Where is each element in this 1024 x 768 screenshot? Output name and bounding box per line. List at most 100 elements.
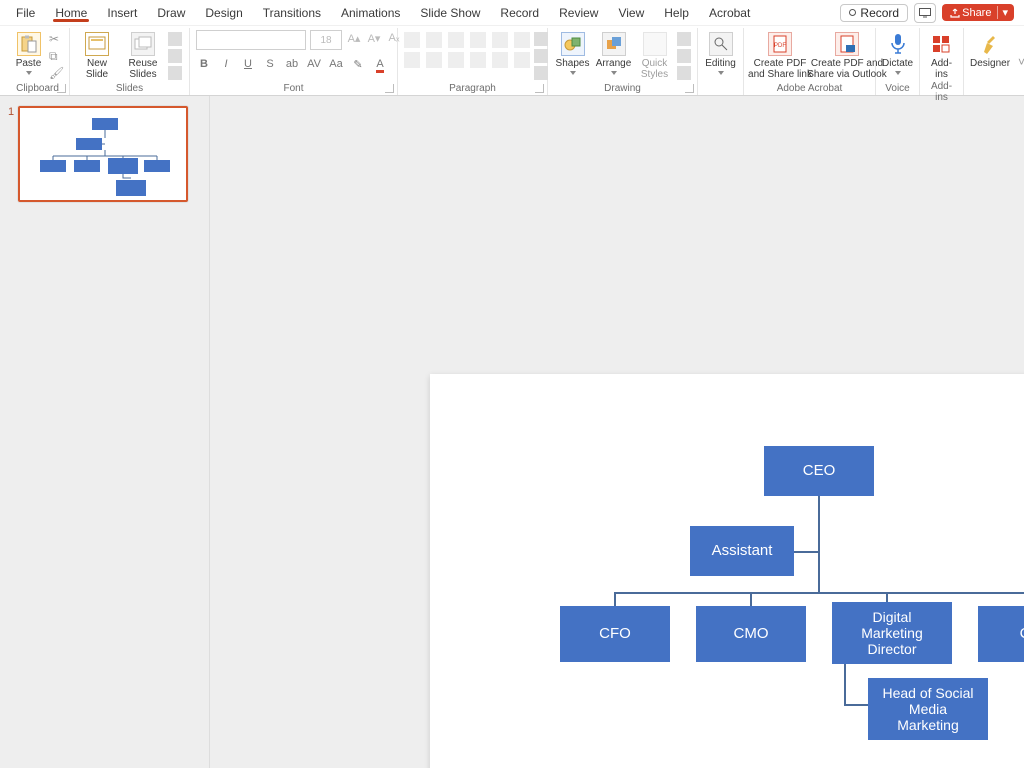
quick-styles-label: Quick Styles — [641, 58, 668, 80]
create-pdf-share-link-button[interactable]: PDF Create PDF and Share link — [750, 30, 810, 80]
ribbon: Paste ✂ ⧉ 🖌 Clipboard New Slide — [0, 26, 1024, 96]
tab-animations[interactable]: Animations — [331, 2, 410, 23]
shapes-button[interactable]: Shapes — [554, 30, 591, 75]
tab-insert[interactable]: Insert — [97, 2, 147, 23]
addins-button[interactable]: Add-ins — [926, 30, 957, 80]
text-direction-vertical-button[interactable] — [534, 32, 548, 46]
align-left-button[interactable] — [404, 52, 420, 68]
tab-slide-show[interactable]: Slide Show — [410, 2, 490, 23]
format-painter-button[interactable]: 🖌 — [49, 66, 63, 80]
editing-dropdown-icon — [718, 71, 724, 75]
tab-transitions[interactable]: Transitions — [253, 2, 331, 23]
org-node-ceo[interactable]: CEO — [764, 446, 874, 496]
present-mode-button[interactable] — [914, 3, 936, 23]
copy-button[interactable]: ⧉ — [49, 49, 63, 63]
tab-help[interactable]: Help — [654, 2, 699, 23]
share-dropdown[interactable]: ▾ — [997, 6, 1008, 19]
tab-draw[interactable]: Draw — [147, 2, 195, 23]
align-middle-button[interactable] — [534, 49, 548, 63]
org-node-digital-marketing-director[interactable]: Digital Marketing Director — [832, 602, 952, 664]
group-designer: Designer — [964, 28, 1012, 95]
increase-font-button[interactable]: A▴ — [346, 32, 362, 48]
quick-styles-button[interactable]: Quick Styles — [636, 30, 673, 80]
drawing-launcher[interactable] — [685, 84, 694, 93]
character-spacing-button[interactable]: AV — [306, 58, 322, 74]
addins-icon — [930, 32, 954, 56]
org-node-cmo[interactable]: CMO — [696, 606, 806, 662]
group-addins: Add-ins Add-ins — [920, 28, 964, 95]
decrease-font-button[interactable]: A▾ — [366, 32, 382, 48]
tab-acrobat[interactable]: Acrobat — [699, 2, 760, 23]
create-pdf-share-outlook-button[interactable]: Create PDF and Share via Outlook — [814, 30, 880, 80]
font-color-button[interactable]: A — [372, 58, 388, 74]
shapes-dropdown-icon — [570, 71, 576, 75]
tab-review[interactable]: Review — [549, 2, 608, 23]
share-icon — [950, 8, 960, 18]
tab-record[interactable]: Record — [490, 2, 549, 23]
font-size-combobox[interactable]: 18 — [310, 30, 342, 50]
text-direction-button[interactable] — [514, 32, 530, 48]
org-node-assistant[interactable]: Assistant — [690, 526, 794, 576]
justify-button[interactable] — [470, 52, 486, 68]
org-node-head-social-media-marketing[interactable]: Head of Social Media Marketing — [868, 678, 988, 740]
slide-editor[interactable]: CEO Assistant CFO CMO Digital Marketing … — [210, 96, 1024, 768]
increase-indent-button[interactable] — [470, 32, 486, 48]
create-pdf-outlook-icon — [835, 32, 859, 56]
align-right-button[interactable] — [448, 52, 464, 68]
numbering-button[interactable] — [426, 32, 442, 48]
strikethrough-button[interactable]: S — [262, 58, 278, 74]
share-button[interactable]: Share ▾ — [942, 4, 1014, 21]
underline-button[interactable]: U — [240, 58, 256, 74]
slide-thumbnail-1[interactable] — [18, 106, 188, 202]
org-node-cio[interactable]: CIO — [978, 606, 1024, 662]
highlight-button[interactable]: ✎ — [350, 58, 366, 74]
record-button[interactable]: Record — [840, 4, 908, 22]
org-connector — [750, 592, 752, 606]
dictate-label: Dictate — [882, 58, 913, 69]
create-pdf-link-label: Create PDF and Share link — [748, 58, 812, 80]
shadow-button[interactable]: ab — [284, 58, 300, 74]
org-chart[interactable]: CEO Assistant CFO CMO Digital Marketing … — [430, 374, 1024, 768]
convert-smartart-button[interactable] — [534, 66, 548, 80]
line-spacing-button[interactable] — [492, 32, 508, 48]
decrease-indent-button[interactable] — [448, 32, 464, 48]
tab-home[interactable]: Home — [45, 2, 97, 23]
italic-button[interactable]: I — [218, 58, 234, 74]
font-name-combobox[interactable] — [196, 30, 306, 50]
tab-design[interactable]: Design — [195, 2, 252, 23]
cut-button[interactable]: ✂ — [49, 32, 63, 46]
designer-label: Designer — [970, 58, 1010, 69]
align-text-button[interactable] — [514, 52, 530, 68]
editing-button[interactable]: Editing — [704, 30, 737, 75]
shape-fill-button[interactable] — [677, 32, 691, 46]
designer-button[interactable]: Designer — [970, 30, 1010, 69]
paste-button[interactable]: Paste — [12, 30, 45, 75]
tab-file[interactable]: File — [6, 2, 45, 23]
paragraph-extra — [534, 30, 548, 80]
editing-label: Editing — [705, 58, 736, 69]
tab-view[interactable]: View — [608, 2, 654, 23]
shape-outline-button[interactable] — [677, 49, 691, 63]
clipboard-launcher[interactable] — [57, 84, 66, 93]
collapse-ribbon-button[interactable]: ˅ — [1012, 55, 1024, 69]
slides-mini-buttons — [168, 30, 182, 80]
section-button[interactable] — [168, 66, 182, 80]
arrange-button[interactable]: Arrange — [595, 30, 632, 75]
font-launcher[interactable] — [385, 84, 394, 93]
shape-effects-button[interactable] — [677, 66, 691, 80]
reset-button[interactable] — [168, 49, 182, 63]
paragraph-buttons — [404, 30, 530, 68]
bullets-button[interactable] — [404, 32, 420, 48]
columns-button[interactable] — [492, 52, 508, 68]
reuse-slides-button[interactable]: Reuse Slides — [122, 30, 164, 80]
org-node-cfo[interactable]: CFO — [560, 606, 670, 662]
new-slide-button[interactable]: New Slide — [76, 30, 118, 80]
paragraph-launcher[interactable] — [535, 84, 544, 93]
layout-button[interactable] — [168, 32, 182, 46]
bold-button[interactable]: B — [196, 58, 212, 74]
slide-canvas[interactable]: CEO Assistant CFO CMO Digital Marketing … — [430, 374, 1024, 768]
dictate-button[interactable]: Dictate — [882, 30, 913, 75]
align-center-button[interactable] — [426, 52, 442, 68]
reuse-slides-icon — [131, 32, 155, 56]
change-case-button[interactable]: Aa — [328, 58, 344, 74]
